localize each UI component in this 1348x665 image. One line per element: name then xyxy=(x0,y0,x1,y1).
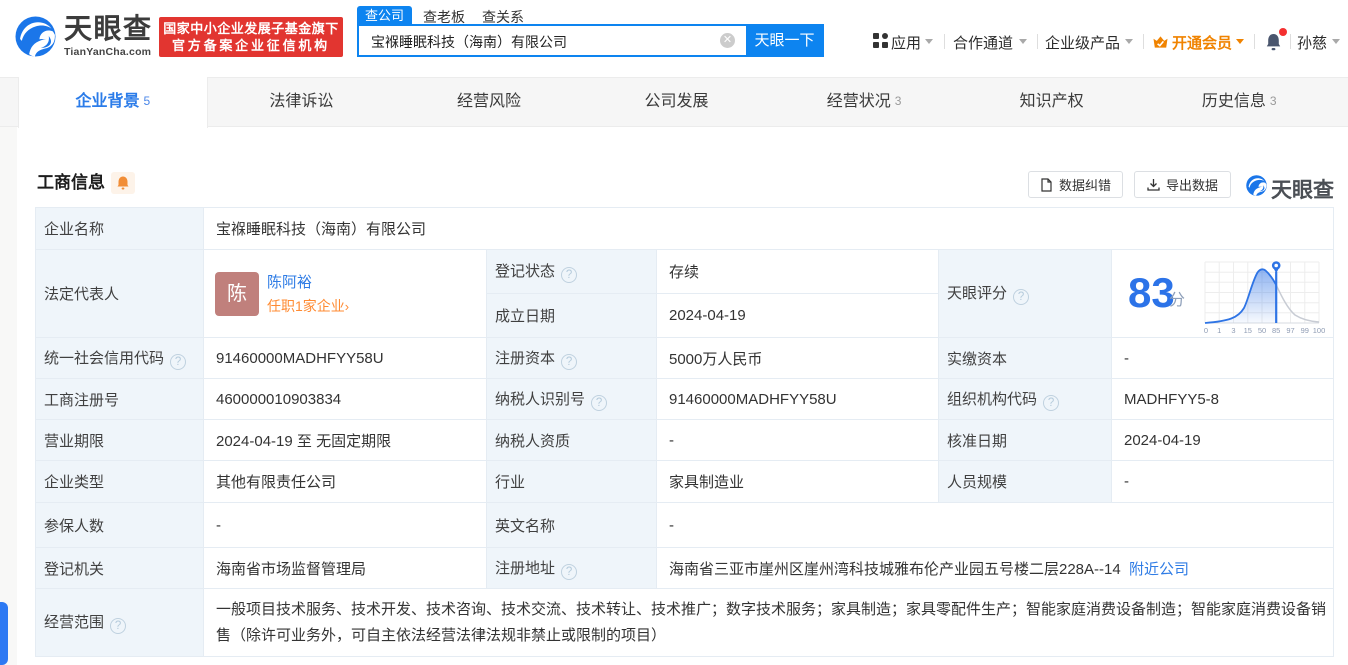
svg-text:97: 97 xyxy=(1286,326,1294,335)
svg-text:100: 100 xyxy=(1313,326,1325,335)
svg-text:3: 3 xyxy=(1231,326,1235,335)
svg-text:1: 1 xyxy=(1217,326,1221,335)
svg-text:99: 99 xyxy=(1301,326,1309,335)
svg-text:50: 50 xyxy=(1258,326,1266,335)
svg-text:15: 15 xyxy=(1244,326,1252,335)
svg-text:0: 0 xyxy=(1204,326,1208,335)
svg-text:85: 85 xyxy=(1272,326,1280,335)
